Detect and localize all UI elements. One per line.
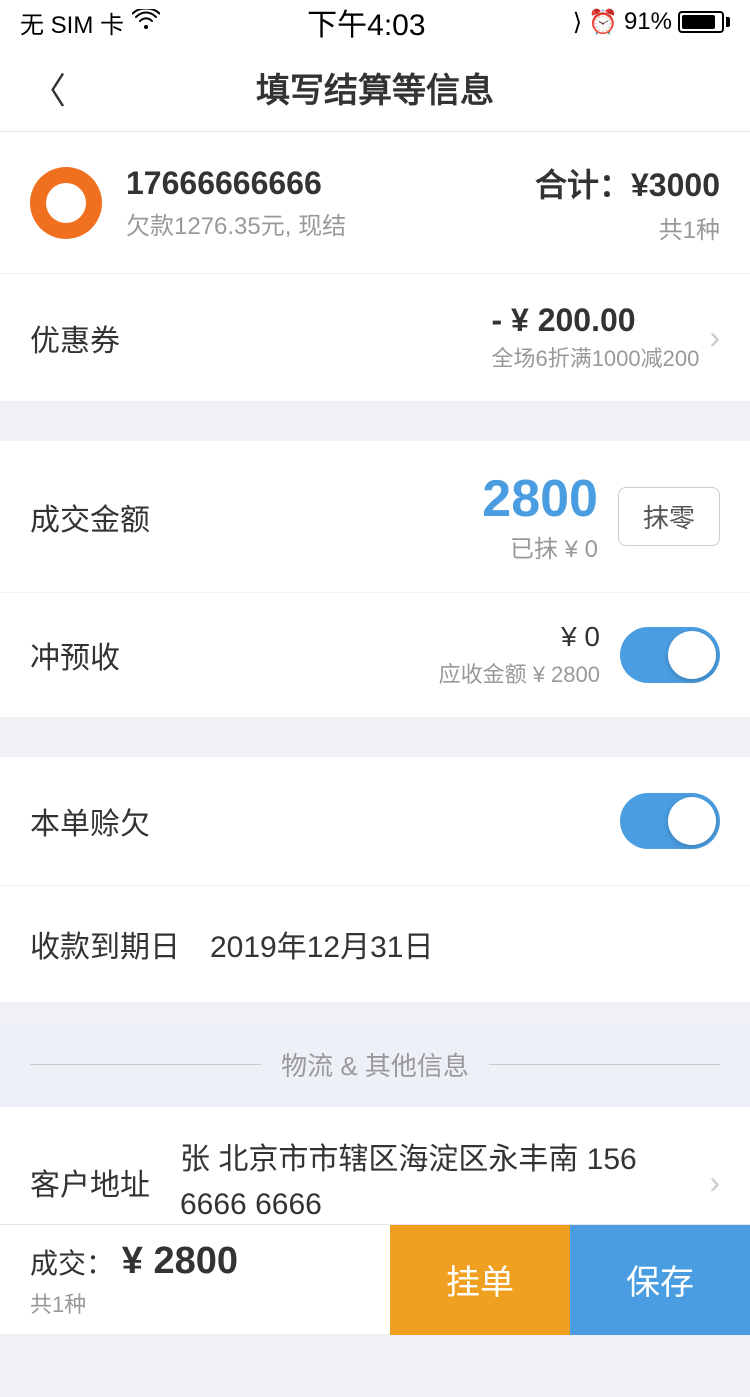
address-value: 张 北京市市辖区海淀区永丰南 156 6666 6666 — [180, 1137, 709, 1227]
logistics-header: 物流 & 其他信息 — [0, 1022, 750, 1107]
pre-collect-row: 冲预收 ¥ 0 应收金额 ¥ 2800 — [0, 592, 750, 717]
status-left: 无 SIM 卡 — [20, 5, 160, 40]
amount-value-block: 2800 已抹 ¥ 0 — [482, 469, 598, 564]
coupon-row[interactable]: 优惠券 - ¥ 200.00 全场6折满1000减200 › — [0, 273, 750, 401]
coupon-right: - ¥ 200.00 全场6折满1000减200 › — [491, 302, 720, 373]
duedate-row: 收款到期日 2019年12月31日 — [0, 885, 750, 1002]
user-row: 17666666666 欠款1276.35元, 现结 合计：¥3000 共1种 — [0, 132, 750, 273]
logistics-line-right — [489, 1064, 720, 1065]
coupon-label: 优惠券 — [30, 316, 120, 360]
pre-collect-amount: ¥ 0 — [439, 621, 600, 653]
pre-collect-values: ¥ 0 应收金额 ¥ 2800 — [439, 621, 600, 689]
bottom-deal-amount: ¥ 2800 — [122, 1240, 238, 1282]
content-area: 17666666666 欠款1276.35元, 现结 合计：¥3000 共1种 … — [0, 132, 750, 1397]
back-button[interactable]: 〈 — [30, 62, 66, 114]
logistics-title: 物流 & 其他信息 — [281, 1046, 469, 1083]
trans-amount-sub: 已抹 ¥ 0 — [482, 529, 598, 564]
status-right: ⟩ ⏰ 91% — [573, 8, 730, 37]
round-zero-button[interactable]: 抹零 — [618, 487, 720, 546]
pending-button[interactable]: 挂单 — [390, 1225, 570, 1335]
pre-collect-right: ¥ 0 应收金额 ¥ 2800 — [439, 621, 720, 689]
duedate-value: 2019年12月31日 — [210, 922, 433, 966]
trans-amount-value: 2800 — [482, 469, 598, 529]
pre-collect-toggle[interactable] — [620, 627, 720, 683]
address-chevron-icon: › — [709, 1164, 720, 1201]
chevron-right-icon: › — [709, 319, 720, 356]
bottom-items: 共1种 — [30, 1287, 390, 1319]
transaction-amount-card: 成交金额 2800 已抹 ¥ 0 抹零 冲预收 ¥ 0 应收金额 ¥ 2800 — [0, 441, 750, 717]
section-divider-2 — [0, 737, 750, 757]
user-info: 17666666666 欠款1276.35元, 现结 — [126, 165, 535, 241]
total-amount: 合计：¥3000 — [535, 160, 720, 206]
avatar-icon — [46, 183, 86, 223]
address-label: 客户地址 — [30, 1160, 150, 1204]
amount-right: 2800 已抹 ¥ 0 抹零 — [482, 469, 720, 564]
bottom-deal-row: 成交： ¥ 2800 — [30, 1240, 390, 1283]
debt-label: 本单赊欠 — [30, 799, 150, 843]
carrier-text: 无 SIM 卡 — [20, 5, 124, 40]
wifi-icon — [132, 8, 160, 36]
user-total: 合计：¥3000 共1种 — [535, 160, 720, 245]
page-title: 填写结算等信息 — [256, 63, 494, 112]
user-phone: 17666666666 — [126, 165, 535, 202]
duedate-label: 收款到期日 — [30, 922, 180, 966]
trans-amount-label: 成交金额 — [30, 495, 150, 539]
battery-percent: 91% — [624, 8, 672, 36]
status-time: 下午4:03 — [307, 0, 425, 44]
coupon-amount: - ¥ 200.00 — [491, 302, 699, 339]
alarm-icon: ⏰ — [588, 8, 618, 37]
save-button[interactable]: 保存 — [570, 1225, 750, 1335]
status-bar: 无 SIM 卡 下午4:03 ⟩ ⏰ 91% — [0, 0, 750, 44]
section-divider-1 — [0, 421, 750, 441]
avatar — [30, 167, 102, 239]
nav-bar: 〈 填写结算等信息 — [0, 44, 750, 132]
bottom-bar: 成交： ¥ 2800 共1种 挂单 保存 — [0, 1224, 750, 1334]
logistics-line-left — [30, 1064, 261, 1065]
user-info-card: 17666666666 欠款1276.35元, 现结 合计：¥3000 共1种 … — [0, 132, 750, 401]
pre-collect-sub: 应收金额 ¥ 2800 — [439, 657, 600, 689]
debt-toggle[interactable] — [620, 793, 720, 849]
debt-card: 本单赊欠 收款到期日 2019年12月31日 — [0, 757, 750, 1002]
pre-collect-label: 冲预收 — [30, 633, 120, 677]
user-sub: 欠款1276.35元, 现结 — [126, 206, 535, 241]
coupon-value-block: - ¥ 200.00 全场6折满1000减200 — [491, 302, 699, 373]
location-icon: ⟩ — [573, 8, 582, 37]
bottom-deal-label: 成交： — [30, 1248, 114, 1279]
total-sub: 共1种 — [535, 210, 720, 245]
amount-row: 成交金额 2800 已抹 ¥ 0 抹零 — [0, 441, 750, 592]
battery-icon — [678, 11, 730, 33]
bottom-summary: 成交： ¥ 2800 共1种 — [0, 1240, 390, 1319]
debt-row: 本单赊欠 — [0, 757, 750, 885]
coupon-desc: 全场6折满1000减200 — [491, 341, 699, 373]
